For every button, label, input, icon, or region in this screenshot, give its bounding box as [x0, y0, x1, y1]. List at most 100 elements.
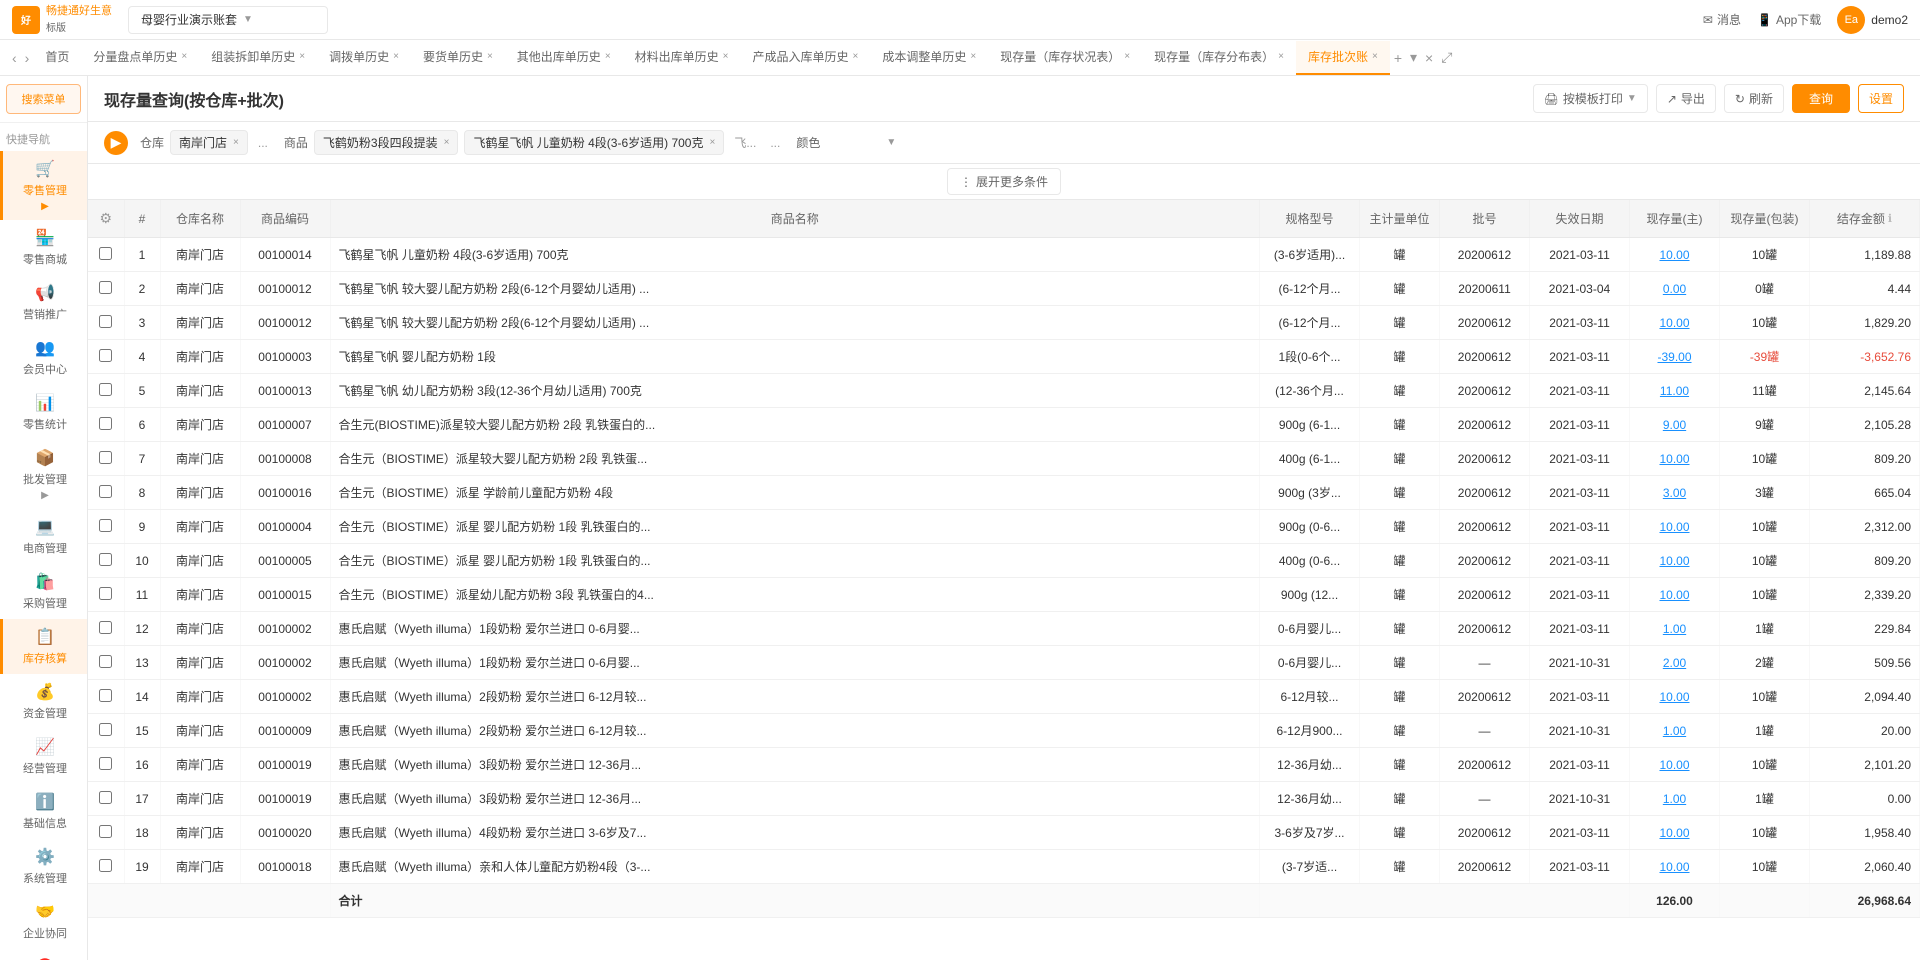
- row-checkbox-4[interactable]: [88, 374, 124, 408]
- tab-close-cailiao-chu[interactable]: ×: [723, 51, 729, 62]
- row-checkbox-18[interactable]: [88, 850, 124, 884]
- row-checkbox-14[interactable]: [88, 714, 124, 748]
- row-check-14[interactable]: [99, 723, 112, 736]
- tab-chengben[interactable]: 成本调整单历史 ×: [870, 41, 988, 75]
- tab-chan-pin-ru[interactable]: 产成品入库单历史 ×: [741, 41, 871, 75]
- row-checkbox-7[interactable]: [88, 476, 124, 510]
- tab-close-chengben[interactable]: ×: [970, 51, 976, 62]
- warehouse-tag-remove[interactable]: ×: [233, 137, 239, 148]
- row-checkbox-8[interactable]: [88, 510, 124, 544]
- row-check-18[interactable]: [99, 859, 112, 872]
- row-stock-main-12[interactable]: 2.00: [1630, 646, 1720, 680]
- tab-prev-btn[interactable]: ‹: [8, 50, 21, 66]
- row-checkbox-16[interactable]: [88, 782, 124, 816]
- tab-yao-huo[interactable]: 要货单历史 ×: [411, 41, 505, 75]
- row-stock-main-10[interactable]: 10.00: [1630, 578, 1720, 612]
- row-checkbox-17[interactable]: [88, 816, 124, 850]
- tab-close-kucun-pi[interactable]: ×: [1372, 51, 1378, 62]
- row-stock-main-16[interactable]: 1.00: [1630, 782, 1720, 816]
- row-stock-main-5[interactable]: 9.00: [1630, 408, 1720, 442]
- row-check-13[interactable]: [99, 689, 112, 702]
- user-area[interactable]: Ea demo2: [1837, 6, 1908, 34]
- tab-cailiao-chu[interactable]: 材料出库单历史 ×: [623, 41, 741, 75]
- sidebar-item-zijin[interactable]: 💰 资金管理: [0, 674, 87, 729]
- sidebar-item-xinshou[interactable]: 🎯 新手引导: [0, 949, 87, 960]
- row-check-12[interactable]: [99, 655, 112, 668]
- product-filter-value-1[interactable]: 飞鹤奶粉3段四段提装 ×: [314, 130, 459, 155]
- sidebar-item-dianshang[interactable]: 💻 电商管理: [0, 509, 87, 564]
- sidebar-item-lingshougly[interactable]: 🛒 零售管理 ▶: [0, 151, 87, 220]
- row-checkbox-10[interactable]: [88, 578, 124, 612]
- tab-zu-chai[interactable]: 组装拆卸单历史 ×: [199, 41, 317, 75]
- product-filter-value-2[interactable]: 飞鹤星飞帆 儿童奶粉 4段(3-6岁适用) 700克 ×: [464, 130, 724, 155]
- sidebar-item-lingshous[interactable]: 🏪 零售商城: [0, 220, 87, 275]
- col-settings[interactable]: ⚙: [88, 200, 124, 238]
- row-check-2[interactable]: [99, 315, 112, 328]
- tab-close-xianzai-ku[interactable]: ×: [1124, 51, 1130, 62]
- tab-close-yao-huo[interactable]: ×: [487, 51, 493, 62]
- tab-fen-pan[interactable]: 分量盘点单历史 ×: [81, 41, 199, 75]
- row-stock-main-7[interactable]: 3.00: [1630, 476, 1720, 510]
- row-checkbox-1[interactable]: [88, 272, 124, 306]
- row-check-15[interactable]: [99, 757, 112, 770]
- tab-expand-btn[interactable]: ⤢: [1437, 49, 1456, 66]
- tab-qita-chu[interactable]: 其他出库单历史 ×: [505, 41, 623, 75]
- tab-close-qita-chu[interactable]: ×: [605, 51, 611, 62]
- table-wrap[interactable]: ⚙ # 仓库名称 商品编码 商品名称 规格型号 主计量单位 批号 失效日期 现存…: [88, 200, 1920, 960]
- row-check-5[interactable]: [99, 417, 112, 430]
- row-checkbox-5[interactable]: [88, 408, 124, 442]
- tab-xianzai-ku[interactable]: 现存量（库存状况表） ×: [988, 41, 1142, 75]
- sidebar-item-lingshoutj[interactable]: 📊 零售统计: [0, 385, 87, 440]
- product-filter-more[interactable]: 飞...: [730, 134, 760, 151]
- sidebar-item-jingying[interactable]: 📈 经营管理: [0, 729, 87, 784]
- row-checkbox-0[interactable]: [88, 238, 124, 272]
- table-settings-icon[interactable]: ⚙: [99, 210, 112, 226]
- expand-conditions-btn[interactable]: ⋮ 展开更多条件: [947, 168, 1061, 195]
- sidebar-item-jichu[interactable]: ℹ️ 基础信息: [0, 784, 87, 839]
- row-stock-main-14[interactable]: 1.00: [1630, 714, 1720, 748]
- row-check-9[interactable]: [99, 553, 112, 566]
- sidebar-item-xitong[interactable]: ⚙️ 系统管理: [0, 839, 87, 894]
- tab-kucun-pi[interactable]: 库存批次账 ×: [1296, 41, 1390, 75]
- tab-next-btn[interactable]: ›: [21, 50, 34, 66]
- sidebar-item-kucun[interactable]: 📋 库存核算: [0, 619, 87, 674]
- query-btn[interactable]: 查询: [1792, 84, 1850, 113]
- row-check-4[interactable]: [99, 383, 112, 396]
- product-tag-1-remove[interactable]: ×: [444, 137, 450, 148]
- tab-home[interactable]: 首页: [33, 41, 81, 75]
- row-stock-main-13[interactable]: 10.00: [1630, 680, 1720, 714]
- row-stock-main-1[interactable]: 0.00: [1630, 272, 1720, 306]
- tab-xianzai-fen[interactable]: 现存量（库存分布表） ×: [1142, 41, 1296, 75]
- settings-btn[interactable]: 设置: [1858, 84, 1904, 113]
- messages-btn[interactable]: ✉ 消息: [1703, 11, 1741, 28]
- row-stock-main-15[interactable]: 10.00: [1630, 748, 1720, 782]
- tab-close-xianzai-fen[interactable]: ×: [1278, 51, 1284, 62]
- tab-diao-bo[interactable]: 调拨单历史 ×: [317, 41, 411, 75]
- row-checkbox-2[interactable]: [88, 306, 124, 340]
- row-checkbox-12[interactable]: [88, 646, 124, 680]
- product-tag-2-remove[interactable]: ×: [709, 137, 715, 148]
- row-stock-main-2[interactable]: 10.00: [1630, 306, 1720, 340]
- search-menu-btn[interactable]: 搜索菜单: [6, 84, 81, 114]
- row-check-11[interactable]: [99, 621, 112, 634]
- tab-close-chan-pin-ru[interactable]: ×: [853, 51, 859, 62]
- tab-close-all-btn[interactable]: ×: [1421, 50, 1437, 66]
- row-check-6[interactable]: [99, 451, 112, 464]
- tab-add-btn[interactable]: +: [1390, 50, 1406, 66]
- row-stock-main-18[interactable]: 10.00: [1630, 850, 1720, 884]
- refresh-btn[interactable]: ↻ 刷新: [1724, 84, 1784, 113]
- row-check-16[interactable]: [99, 791, 112, 804]
- row-stock-main-8[interactable]: 10.00: [1630, 510, 1720, 544]
- row-check-1[interactable]: [99, 281, 112, 294]
- tab-close-diao-bo[interactable]: ×: [393, 51, 399, 62]
- sidebar-item-yingxiao[interactable]: 📢 营销推广: [0, 275, 87, 330]
- sidebar-item-qiye[interactable]: 🤝 企业协同: [0, 894, 87, 949]
- product-filter-ellipsis[interactable]: ...: [766, 136, 784, 150]
- row-stock-main-4[interactable]: 11.00: [1630, 374, 1720, 408]
- app-download-btn[interactable]: 📱 App下载: [1757, 11, 1821, 28]
- row-stock-main-17[interactable]: 10.00: [1630, 816, 1720, 850]
- row-checkbox-3[interactable]: [88, 340, 124, 374]
- warehouse-filter-value[interactable]: 南岸门店 ×: [170, 130, 248, 155]
- account-selector[interactable]: 母婴行业演示账套 ▼: [128, 6, 328, 34]
- row-check-17[interactable]: [99, 825, 112, 838]
